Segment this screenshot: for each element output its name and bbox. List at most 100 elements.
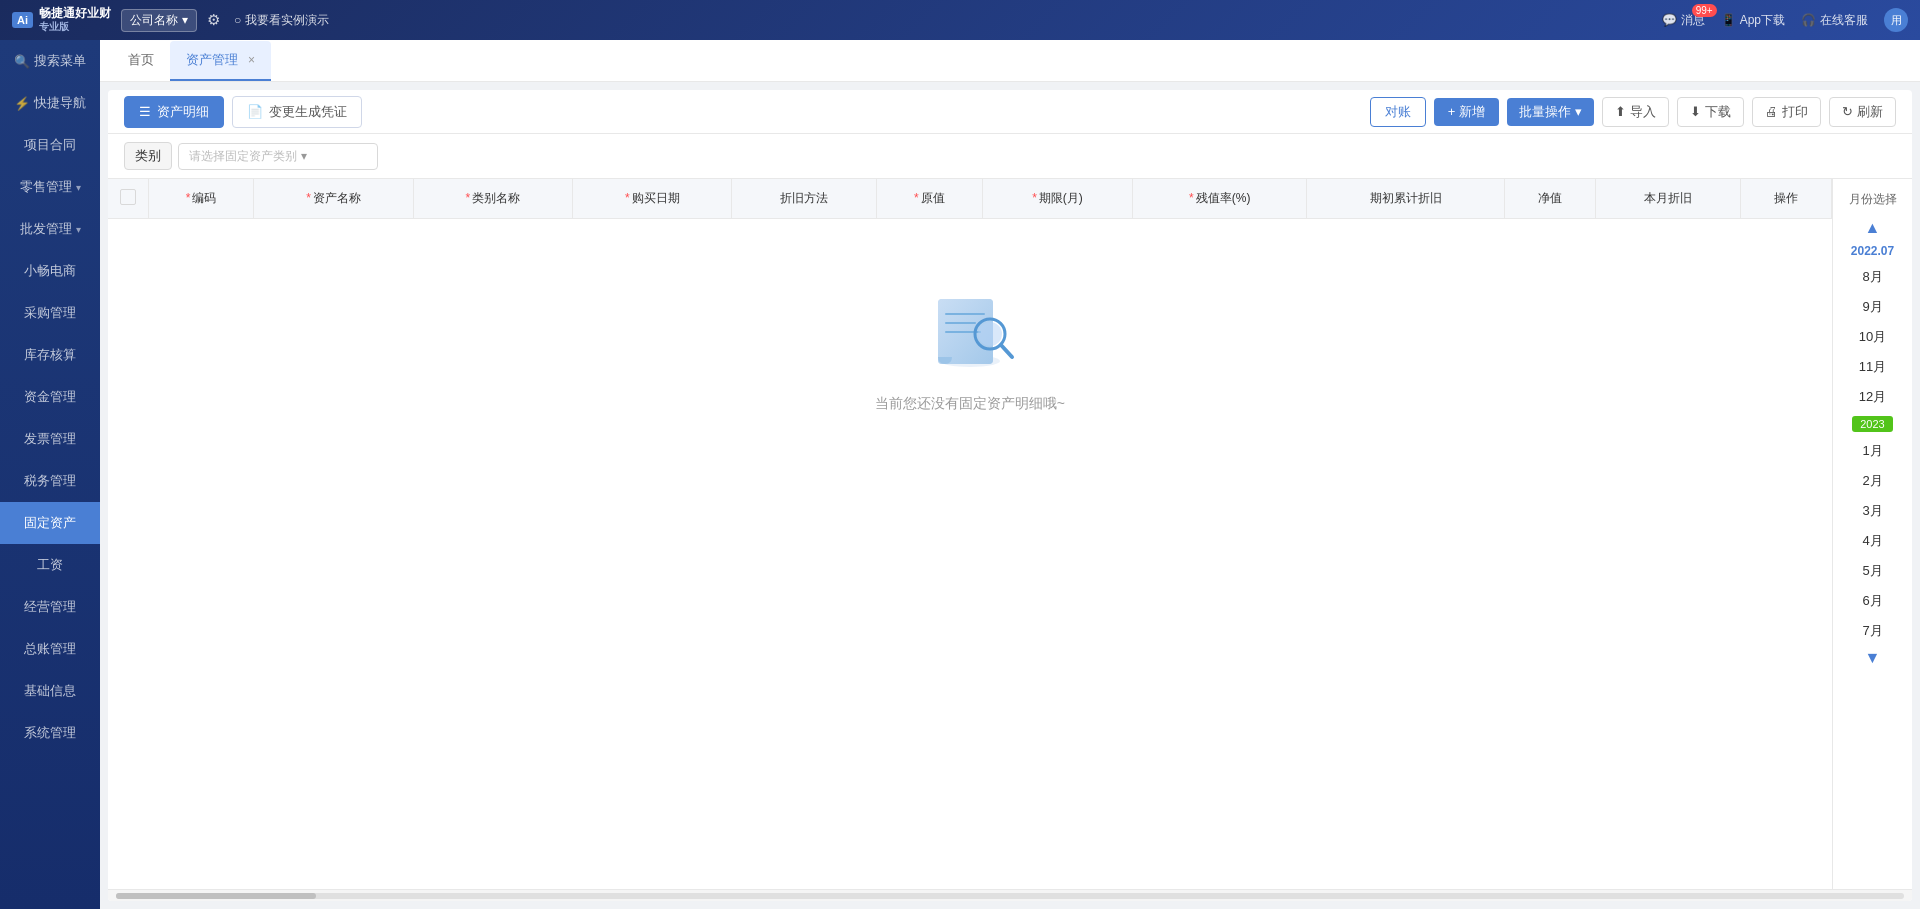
sidebar-item-fixed-assets[interactable]: 固定资产 (0, 502, 100, 544)
th-purchase-date: *购买日期 (573, 179, 732, 219)
category-filter: 类别 请选择固定资产类别 ▾ (124, 142, 378, 170)
empty-illustration (910, 279, 1030, 379)
empty-text: 当前您还没有固定资产明细哦~ (875, 395, 1065, 413)
refresh-button[interactable]: ↻ 刷新 (1829, 97, 1896, 127)
sidebar-search-label: 搜索菜单 (34, 52, 86, 70)
year-2023-badge[interactable]: 2023 (1852, 416, 1892, 432)
sidebar-item-salary[interactable]: 工资 (0, 544, 100, 586)
batch-button[interactable]: 批量操作 ▾ (1507, 98, 1594, 126)
category-label: 类别 (124, 142, 172, 170)
sidebar-tax-label: 税务管理 (24, 472, 76, 490)
sidebar-retail-label: 零售管理 (20, 178, 72, 196)
sidebar-item-wholesale[interactable]: 批发管理 ▾ (0, 208, 100, 250)
import-icon: ⬆ (1615, 104, 1626, 119)
sidebar-item-search[interactable]: 🔍 搜索菜单 (0, 40, 100, 82)
month-item-4[interactable]: 4月 (1843, 526, 1903, 556)
print-label: 打印 (1782, 103, 1808, 121)
category-input[interactable]: 请选择固定资产类别 ▾ (178, 143, 378, 170)
refresh-label: 刷新 (1857, 103, 1883, 121)
sidebar-invoice-label: 发票管理 (24, 430, 76, 448)
settings-button[interactable]: ⚙ (207, 11, 220, 29)
sidebar-ecommerce-label: 小畅电商 (24, 262, 76, 280)
message-badge: 99+ (1692, 4, 1717, 17)
tab-home-label: 首页 (128, 51, 154, 69)
sidebar-item-nav[interactable]: ⚡ 快捷导航 (0, 82, 100, 124)
search-icon: 🔍 (14, 54, 30, 69)
month-item-3[interactable]: 3月 (1843, 496, 1903, 526)
month-down-nav[interactable]: ▼ (1861, 646, 1885, 670)
month-item-10[interactable]: 10月 (1843, 322, 1903, 352)
top-bar: Ai 畅捷通好业财 专业版 公司名称 ▾ ⚙ ○ 我要看实例演示 💬 消息 99… (0, 0, 1920, 40)
sidebar-item-system[interactable]: 系统管理 (0, 712, 100, 754)
month-item-9[interactable]: 9月 (1843, 292, 1903, 322)
th-operation: 操作 (1740, 179, 1831, 219)
online-service-label: 在线客服 (1820, 12, 1868, 29)
dropdown-icon: ▾ (1575, 104, 1582, 119)
month-item-1[interactable]: 1月 (1843, 436, 1903, 466)
add-button[interactable]: + 新增 (1434, 98, 1499, 126)
list-icon: ☰ (139, 104, 151, 119)
import-button[interactable]: ⬆ 导入 (1602, 97, 1669, 127)
sidebar-wholesale-label: 批发管理 (20, 220, 72, 238)
table-container: *编码 *资产名称 *类别名称 *购买日期 折旧方法 *原值 *期限(月) *残… (108, 179, 1832, 889)
sidebar-item-tax[interactable]: 税务管理 (0, 460, 100, 502)
refresh-icon: ↻ (1842, 104, 1853, 119)
filter-toolbar: 类别 请选择固定资产类别 ▾ (108, 134, 1912, 179)
sidebar-item-inventory[interactable]: 库存核算 (0, 334, 100, 376)
month-item-7[interactable]: 7月 (1843, 616, 1903, 646)
table-header-row: *编码 *资产名称 *类别名称 *购买日期 折旧方法 *原值 *期限(月) *残… (108, 179, 1832, 219)
bottom-scrollbar[interactable] (108, 889, 1912, 901)
sidebar-item-operations[interactable]: 经营管理 (0, 586, 100, 628)
month-item-5[interactable]: 5月 (1843, 556, 1903, 586)
month-panel: 月份选择 ▲ 2022.07 8月 9月 10月 11月 12月 2023 1月… (1832, 179, 1912, 889)
month-item-2[interactable]: 2月 (1843, 466, 1903, 496)
match-button[interactable]: 对账 (1370, 97, 1426, 127)
sidebar-finance-label: 资金管理 (24, 388, 76, 406)
sidebar-nav-label: 快捷导航 (34, 94, 86, 112)
avatar[interactable]: 用 (1884, 8, 1908, 32)
company-name: 公司名称 (130, 12, 178, 29)
month-item-11[interactable]: 11月 (1843, 352, 1903, 382)
sub-tab-change-voucher[interactable]: 📄 变更生成凭证 (232, 96, 362, 128)
sidebar-salary-label: 工资 (37, 556, 63, 574)
page-content: ☰ 资产明细 📄 变更生成凭证 对账 + 新增 批量操作 ▾ ⬆ (108, 90, 1912, 901)
empty-row: 当前您还没有固定资产明细哦~ (108, 219, 1832, 474)
month-item-12[interactable]: 12月 (1843, 382, 1903, 412)
tab-close-icon[interactable]: × (248, 53, 255, 67)
batch-label: 批量操作 (1519, 103, 1571, 121)
th-name: *资产名称 (254, 179, 413, 219)
dropdown-arrow-icon: ▾ (182, 13, 188, 27)
print-button[interactable]: 🖨 打印 (1752, 97, 1821, 127)
sidebar-item-purchase[interactable]: 采购管理 (0, 292, 100, 334)
assets-table: *编码 *资产名称 *类别名称 *购买日期 折旧方法 *原值 *期限(月) *残… (108, 179, 1832, 473)
sidebar-item-basic-info[interactable]: 基础信息 (0, 670, 100, 712)
select-all-checkbox[interactable] (120, 189, 136, 205)
sidebar-inventory-label: 库存核算 (24, 346, 76, 364)
sub-tab-asset-detail[interactable]: ☰ 资产明细 (124, 96, 224, 128)
demo-button[interactable]: ○ 我要看实例演示 (234, 12, 329, 29)
month-item-6[interactable]: 6月 (1843, 586, 1903, 616)
sidebar-item-finance[interactable]: 资金管理 (0, 376, 100, 418)
scroll-thumb[interactable] (116, 893, 316, 899)
sidebar-item-invoice[interactable]: 发票管理 (0, 418, 100, 460)
download-button[interactable]: ⬇ 下载 (1677, 97, 1744, 127)
online-service-button[interactable]: 🎧 在线客服 (1801, 12, 1868, 29)
app-download-button[interactable]: 📱 App下载 (1721, 12, 1785, 29)
content-area: 首页 资产管理 × ☰ 资产明细 📄 变更生成凭证 对账 (100, 40, 1920, 909)
tab-asset-mgmt[interactable]: 资产管理 × (170, 41, 271, 81)
expand-icon: ▾ (76, 182, 81, 193)
sidebar-item-project[interactable]: 项目合同 (0, 124, 100, 166)
company-select[interactable]: 公司名称 ▾ (121, 9, 197, 32)
sidebar-item-ecommerce[interactable]: 小畅电商 (0, 250, 100, 292)
th-checkbox (108, 179, 148, 219)
month-up-nav[interactable]: ▲ (1861, 216, 1885, 240)
message-button[interactable]: 💬 消息 99+ (1662, 12, 1705, 29)
logo-icon: Ai (12, 12, 33, 28)
sidebar-item-ledger[interactable]: 总账管理 (0, 628, 100, 670)
month-item-8[interactable]: 8月 (1843, 262, 1903, 292)
sidebar-basic-info-label: 基础信息 (24, 682, 76, 700)
tab-home[interactable]: 首页 (112, 41, 170, 81)
month-panel-title: 月份选择 (1849, 187, 1897, 216)
th-period: *期限(月) (982, 179, 1132, 219)
sidebar-item-retail[interactable]: 零售管理 ▾ (0, 166, 100, 208)
